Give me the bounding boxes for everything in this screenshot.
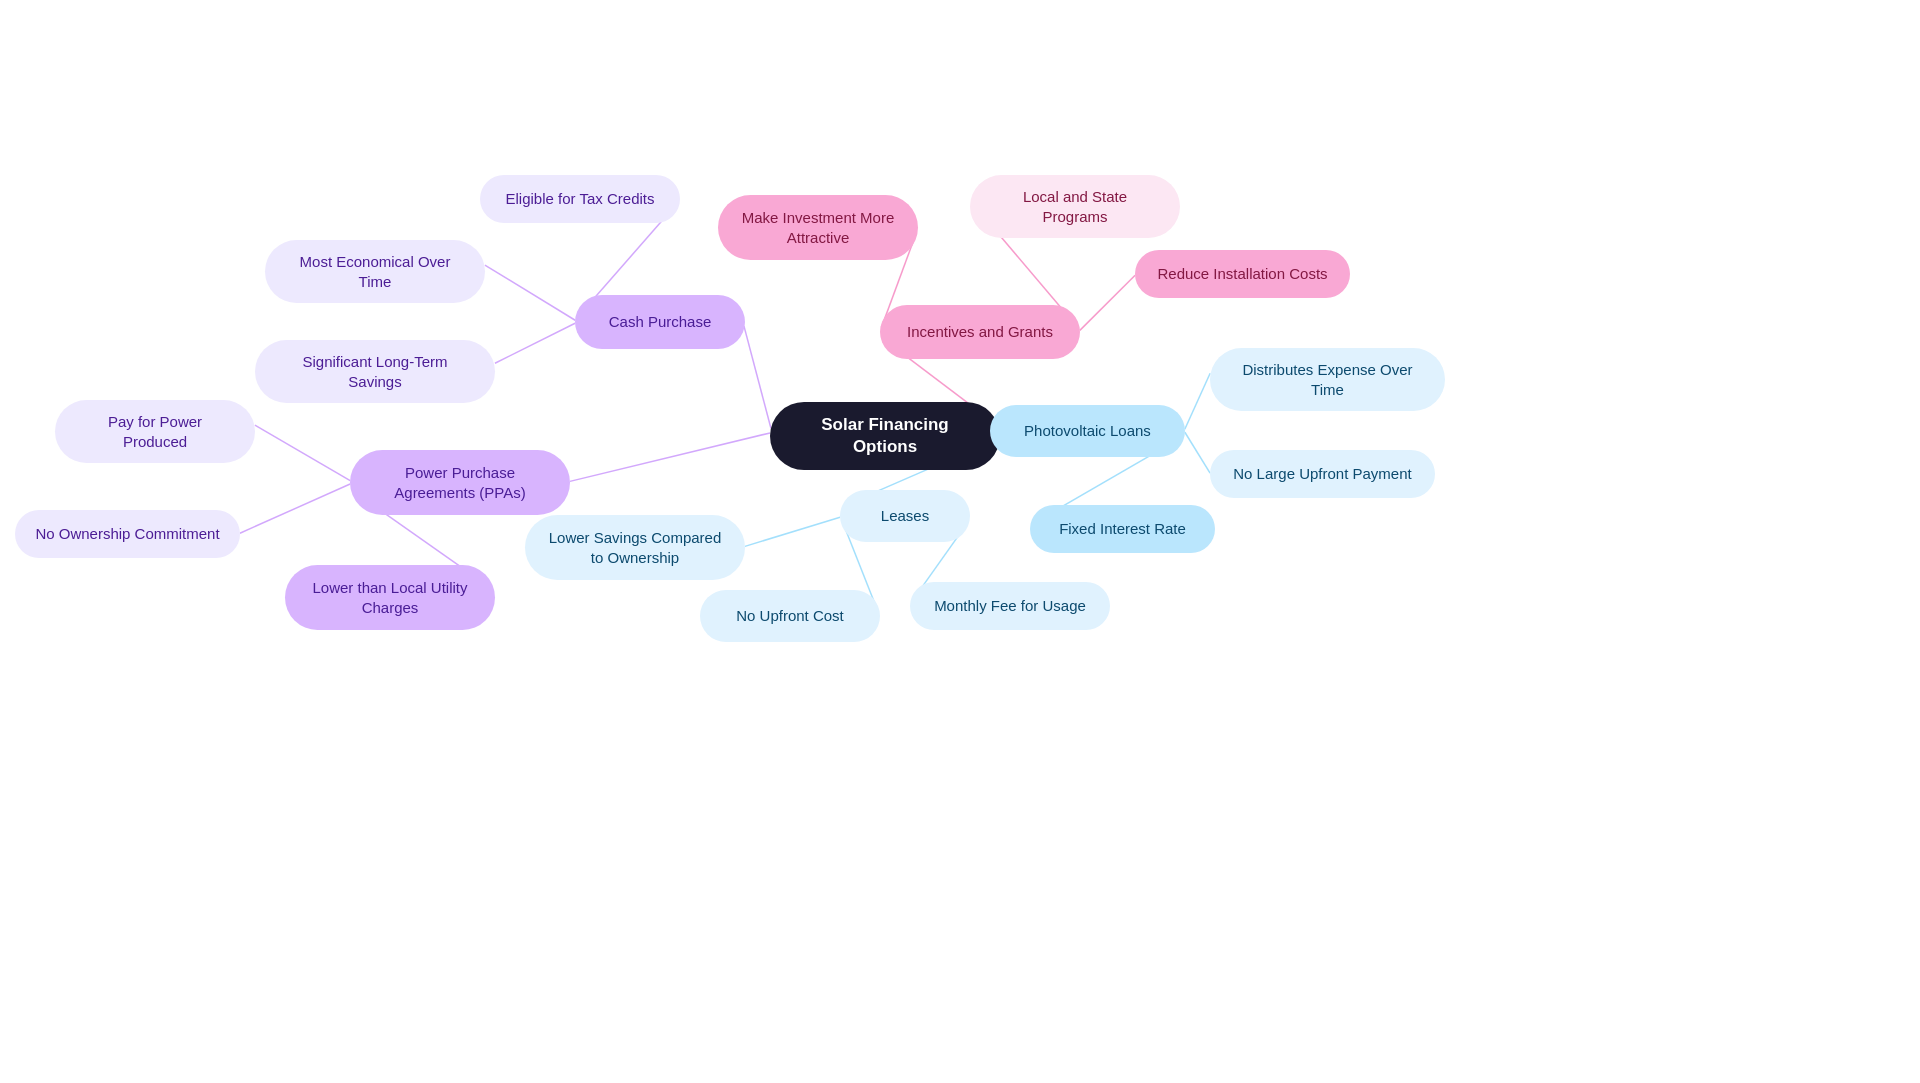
svg-line-17 [1185, 373, 1210, 429]
node-center: Solar Financing Options [770, 402, 1000, 470]
mindmap-container: Solar Financing Options Cash Purchase Elig… [0, 0, 1920, 1083]
node-cashPurchase: Cash Purchase [575, 295, 745, 349]
node-lowerSavings: Lower Savings Compared to Ownership [525, 515, 745, 580]
node-noOwnership: No Ownership Commitment [15, 510, 240, 558]
node-noUpfrontCost: No Upfront Cost [700, 590, 880, 642]
svg-line-8 [255, 425, 350, 481]
node-reduceInstallation: Reduce Installation Costs [1135, 250, 1350, 298]
node-leases: Leases [840, 490, 970, 542]
node-incentivesGrants: Incentives and Grants [880, 305, 1080, 359]
node-significantSavings: Significant Long-Term Savings [255, 340, 495, 403]
svg-line-7 [495, 323, 575, 363]
node-pvLoans: Photovoltaic Loans [990, 405, 1185, 457]
svg-line-4 [570, 433, 770, 481]
connections-svg [0, 0, 1920, 1083]
node-monthlyFee: Monthly Fee for Usage [910, 582, 1110, 630]
svg-line-13 [1080, 275, 1135, 330]
node-distributesExpense: Distributes Expense Over Time [1210, 348, 1445, 411]
node-makeInvestment: Make Investment More Attractive [718, 195, 918, 260]
node-lowerUtility: Lower than Local Utility Charges [285, 565, 495, 630]
svg-line-14 [745, 517, 840, 546]
node-localStatePrograms: Local and State Programs [970, 175, 1180, 238]
node-fixedInterest: Fixed Interest Rate [1030, 505, 1215, 553]
node-noLargeUpfront: No Large Upfront Payment [1210, 450, 1435, 498]
node-mostEconomical: Most Economical Over Time [265, 240, 485, 303]
svg-line-6 [485, 265, 575, 320]
svg-line-0 [744, 326, 771, 428]
node-payForPower: Pay for Power Produced [55, 400, 255, 463]
svg-line-18 [1185, 432, 1210, 473]
svg-line-9 [240, 484, 350, 533]
node-eligibleTaxCredits: Eligible for Tax Credits [480, 175, 680, 223]
node-ppa: Power Purchase Agreements (PPAs) [350, 450, 570, 515]
